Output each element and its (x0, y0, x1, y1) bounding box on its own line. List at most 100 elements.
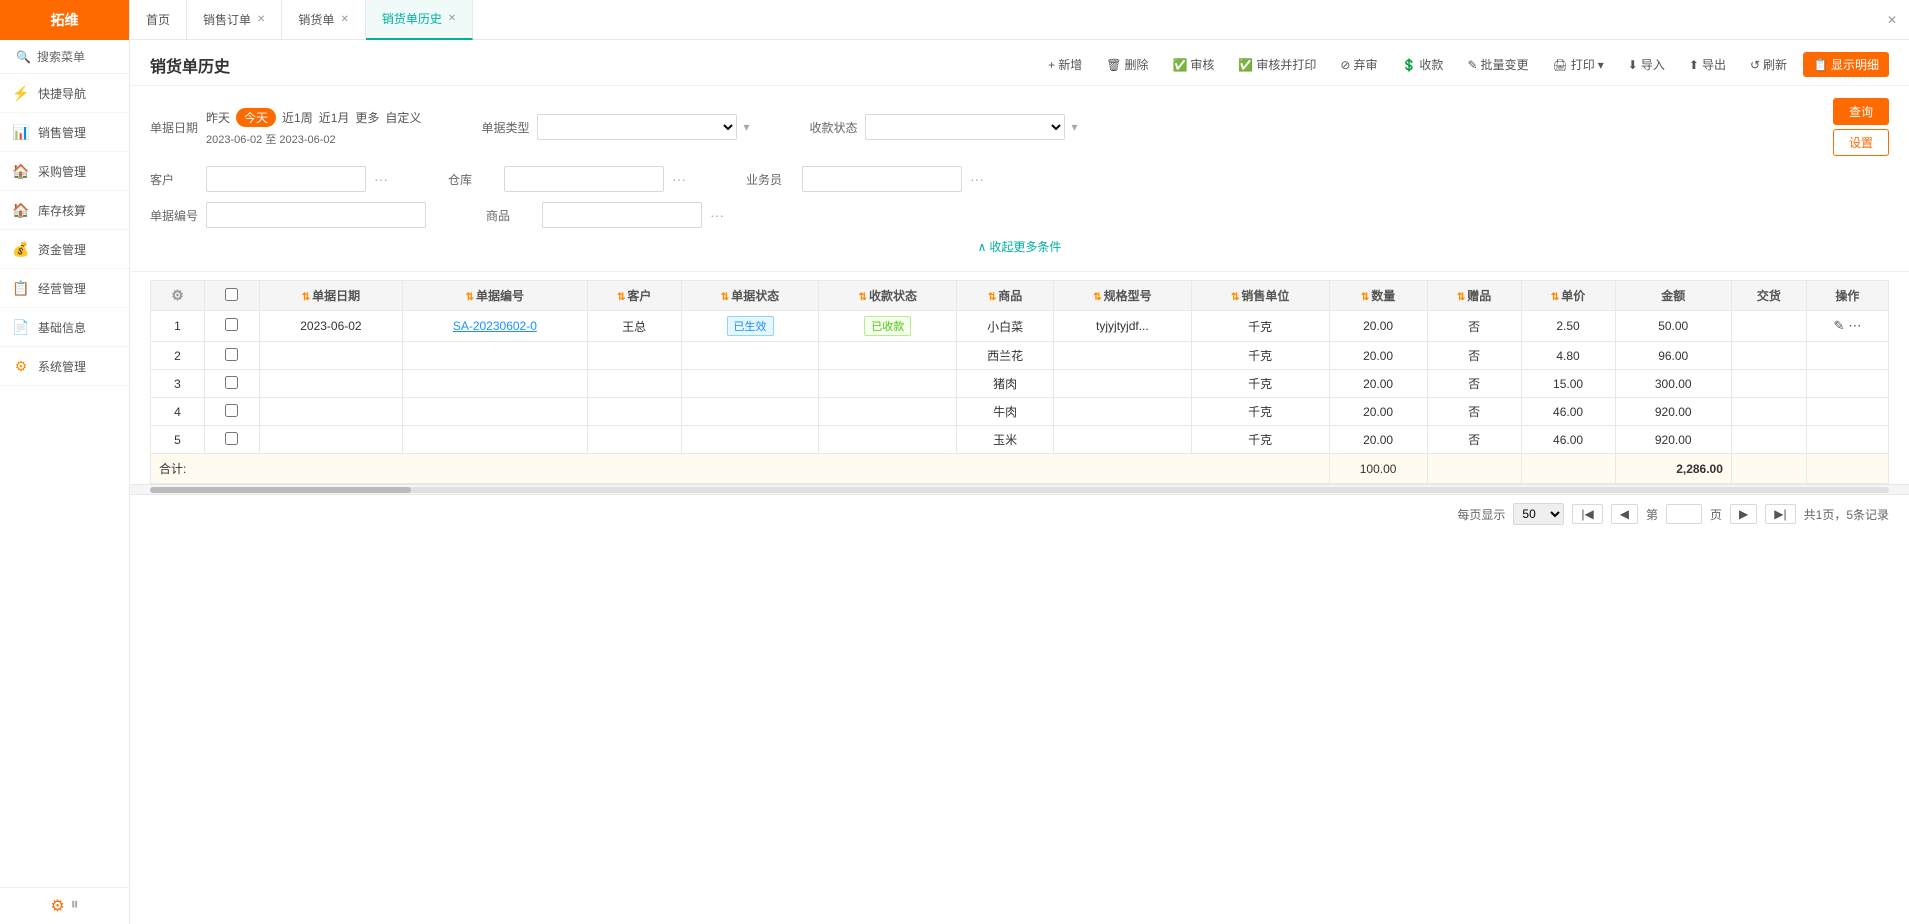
col-header-payment_status[interactable]: ⇅收款状态 (819, 281, 957, 311)
collapse-icon: ∧ (978, 240, 987, 254)
checkbox-cell[interactable] (205, 426, 260, 454)
shortcut-today[interactable]: 今天 (236, 108, 276, 127)
page-next-btn[interactable]: ▶ (1730, 504, 1757, 524)
print-icon: 🖨 (1553, 58, 1568, 72)
tab-sales-history[interactable]: 销货单历史✕ (366, 0, 473, 40)
shortcut-last30[interactable]: 近1月 (319, 109, 350, 126)
abandon-button[interactable]: ⊘弃审 (1332, 52, 1385, 77)
doc-no-cell[interactable]: SA-20230602-0 (403, 311, 588, 342)
col-header-unit_price[interactable]: ⇅单价 (1521, 281, 1615, 311)
batch-change-button[interactable]: ✎批量变更 (1459, 52, 1536, 77)
shortcut-custom[interactable]: 自定义 (385, 109, 421, 126)
import-button[interactable]: ⬇导入 (1620, 52, 1673, 77)
select-all-checkbox[interactable] (225, 288, 238, 301)
doc-type-dropdown-icon[interactable]: ▾ (743, 120, 749, 134)
delete-button[interactable]: 🗑删除 (1098, 52, 1156, 77)
query-button[interactable]: 查询 (1833, 98, 1889, 125)
tab-home[interactable]: 首页 (130, 0, 187, 40)
customer-input[interactable] (206, 166, 366, 192)
checkbox-cell[interactable] (205, 398, 260, 426)
salesperson-dots[interactable]: ··· (970, 171, 984, 187)
sidebar-item-basic-info[interactable]: 📄基础信息 (0, 308, 129, 347)
doc-type-select[interactable] (537, 114, 737, 140)
sidebar-item-sales-mgmt[interactable]: 📊销售管理 (0, 113, 129, 152)
page-last-btn[interactable]: ▶| (1765, 504, 1795, 524)
more-action-icon[interactable]: ⋯ (1848, 318, 1861, 334)
col-header-sales_unit[interactable]: ⇅销售单位 (1191, 281, 1329, 311)
page-label2: 页 (1710, 506, 1722, 523)
shortcut-last7[interactable]: 近1周 (282, 109, 313, 126)
tab-sales-order[interactable]: 销售订单✕ (187, 0, 282, 40)
goods-cell: 牛肉 (957, 398, 1054, 426)
sidebar-item-purchase-mgmt[interactable]: 🏠采购管理 (0, 152, 129, 191)
settings-button[interactable]: 设置 (1833, 129, 1889, 156)
checkbox-cell[interactable] (205, 370, 260, 398)
checkbox-cell[interactable] (205, 311, 260, 342)
payment-status-select[interactable] (865, 114, 1065, 140)
doc-no-input[interactable] (206, 202, 426, 228)
sidebar-item-quick-nav[interactable]: ⚡快捷导航 (0, 74, 129, 113)
col-header-gear: ⚙ (151, 281, 205, 311)
payment-dropdown-icon[interactable]: ▾ (1071, 120, 1077, 134)
collect-button[interactable]: 💲收款 (1393, 52, 1451, 77)
sidebar-item-inventory[interactable]: 🏠库存核算 (0, 191, 129, 230)
tab-close-sales-goods[interactable]: ✕ (340, 14, 348, 25)
new-button[interactable]: +新增 (1040, 52, 1090, 77)
shortcut-yesterday[interactable]: 昨天 (206, 109, 230, 126)
page-prev-btn[interactable]: ◀ (1611, 504, 1638, 524)
goods-input[interactable] (542, 202, 702, 228)
col-header-gift[interactable]: ⇅赠品 (1427, 281, 1521, 311)
export-button[interactable]: ⬆导出 (1681, 52, 1734, 77)
row-checkbox[interactable] (225, 404, 238, 417)
goods-dots[interactable]: ··· (710, 207, 724, 223)
row-checkbox[interactable] (225, 376, 238, 389)
table-area: ⚙ ⇅单据日期⇅单据编号⇅客户⇅单据状态⇅收款状态⇅商品⇅规格型号⇅销售单位⇅数量… (130, 272, 1909, 484)
col-header-goods[interactable]: ⇅商品 (957, 281, 1054, 311)
sidebar-item-finance[interactable]: 💰资金管理 (0, 230, 129, 269)
batch-change-label: 批量变更 (1481, 56, 1529, 73)
page-first-btn[interactable]: |◀ (1572, 504, 1602, 524)
date-range: 2023-06-02 至 2023-06-02 (206, 131, 421, 147)
sidebar-bottom-icon1[interactable]: ⚙ (50, 896, 64, 916)
refresh-button[interactable]: ↺刷新 (1742, 52, 1795, 77)
show-detail-button[interactable]: 📋显示明细 (1803, 52, 1889, 77)
close-all-tabs[interactable]: ✕ (1875, 13, 1909, 27)
sidebar-bottom-icon2[interactable]: ⏸ (71, 896, 79, 916)
sidebar-item-sys-admin[interactable]: ⚙系统管理 (0, 347, 129, 386)
audit-button[interactable]: ✅审核 (1164, 52, 1222, 77)
col-header-doc_date[interactable]: ⇅单据日期 (259, 281, 402, 311)
warehouse-input[interactable] (504, 166, 664, 192)
page-size-select[interactable]: 2050100 (1513, 503, 1564, 525)
print-button[interactable]: 🖨打印▾ (1545, 52, 1612, 77)
table-settings-icon[interactable]: ⚙ (171, 287, 184, 303)
collapse-button[interactable]: ∧ 收起更多条件 (978, 238, 1062, 255)
col-header-doc_no[interactable]: ⇅单据编号 (403, 281, 588, 311)
doc-no-link[interactable]: SA-20230602-0 (453, 319, 537, 333)
sidebar-item-operations[interactable]: 📋经营管理 (0, 269, 129, 308)
col-header-doc_status[interactable]: ⇅单据状态 (681, 281, 819, 311)
row-checkbox[interactable] (225, 432, 238, 445)
page-input[interactable]: 1 (1666, 504, 1702, 524)
delete-icon: 🗑 (1106, 58, 1121, 72)
col-header-spec_type[interactable]: ⇅规格型号 (1054, 281, 1192, 311)
edit-action-icon[interactable]: ✎ (1833, 318, 1844, 334)
payment-status-label: 收款状态 (809, 119, 859, 136)
customer-dots[interactable]: ··· (374, 171, 388, 187)
audit-print-button[interactable]: ✅审核并打印 (1230, 52, 1324, 77)
search-menu[interactable]: 🔍 搜索菜单 (0, 40, 129, 74)
warehouse-dots[interactable]: ··· (672, 171, 686, 187)
row-num-cell: 3 (151, 370, 205, 398)
tab-sales-goods[interactable]: 销货单✕ (282, 0, 365, 40)
row-checkbox[interactable] (225, 318, 238, 331)
scroll-thumb[interactable] (150, 487, 411, 493)
checkbox-cell[interactable] (205, 342, 260, 370)
col-header-customer[interactable]: ⇅客户 (587, 281, 681, 311)
salesperson-input[interactable] (802, 166, 962, 192)
tab-close-sales-history[interactable]: ✕ (448, 13, 456, 24)
action-cell (1806, 370, 1888, 398)
tab-close-sales-order[interactable]: ✕ (257, 14, 265, 25)
col-header-quantity[interactable]: ⇅数量 (1329, 281, 1427, 311)
nav-label-basic-info: 基础信息 (38, 319, 86, 336)
row-checkbox[interactable] (225, 348, 238, 361)
shortcut-more[interactable]: 更多 (355, 109, 379, 126)
